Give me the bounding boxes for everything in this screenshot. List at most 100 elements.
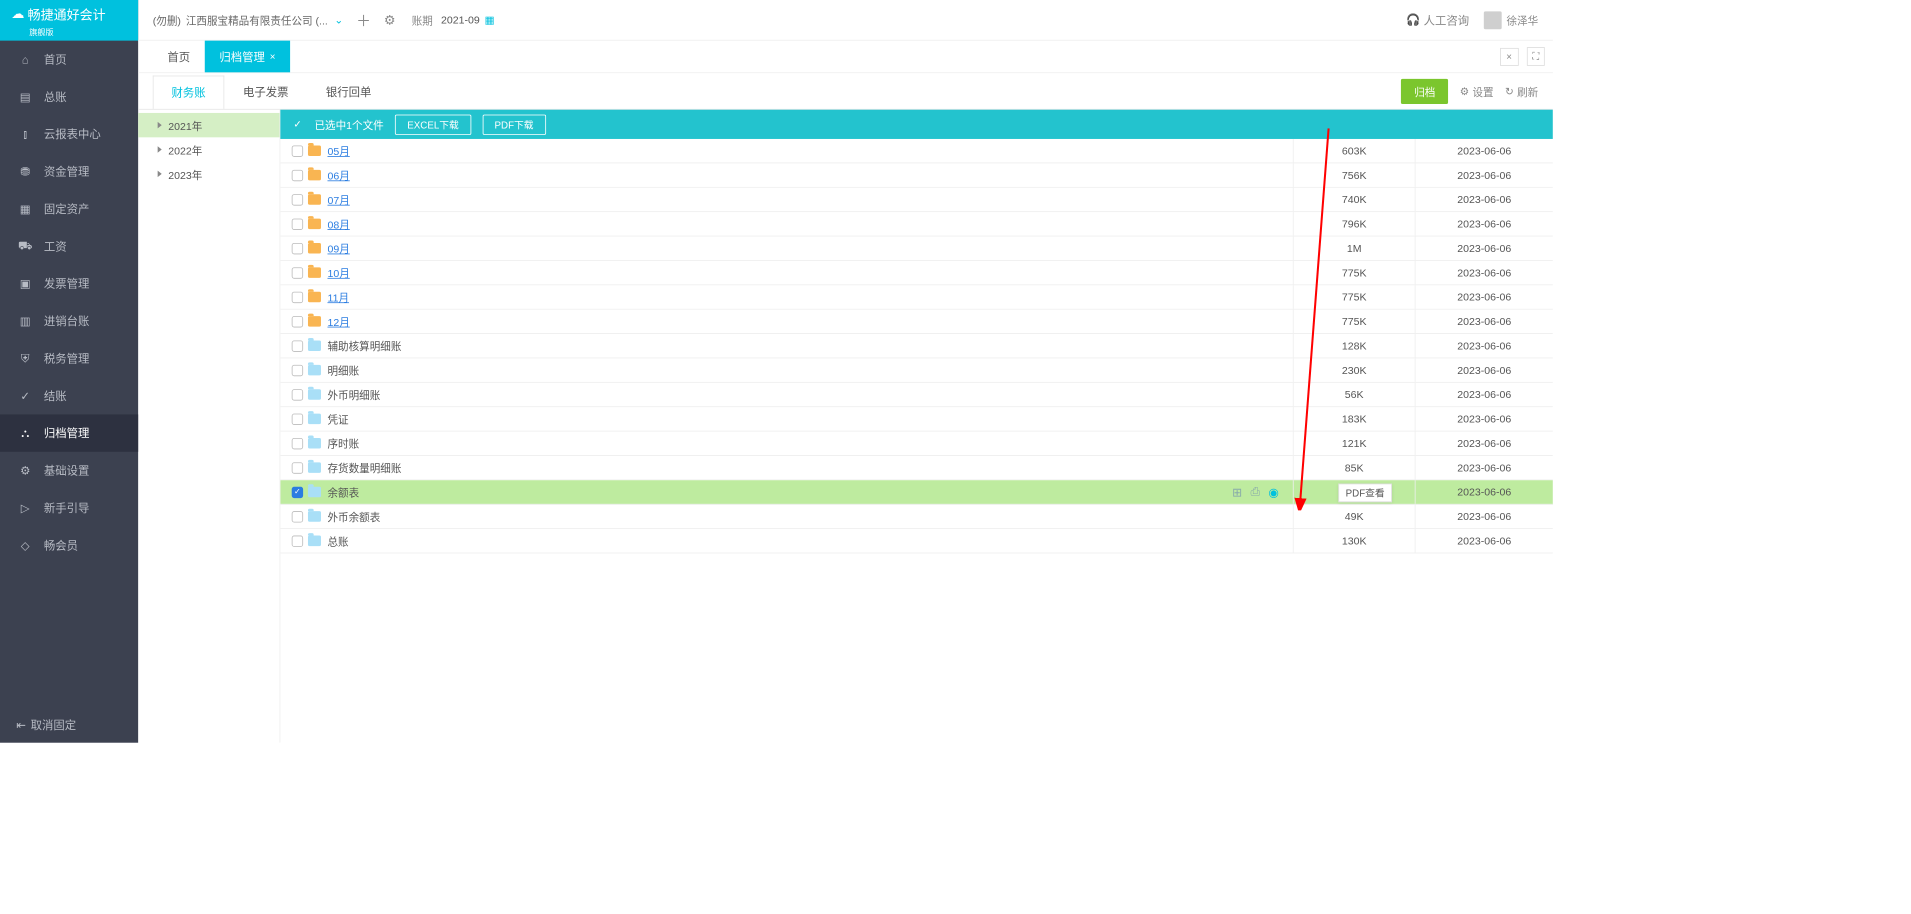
row-checkbox[interactable]	[292, 413, 303, 424]
row-checkbox[interactable]	[292, 267, 303, 278]
folder-icon	[308, 219, 321, 230]
row-checkbox[interactable]	[292, 535, 303, 546]
file-size: 775K	[1293, 310, 1415, 334]
row-checkbox[interactable]	[292, 364, 303, 375]
table-row[interactable]: 08月796K2023-06-06	[280, 212, 1553, 236]
table-row[interactable]: 存货数量明细账85K2023-06-06	[280, 456, 1553, 480]
file-link[interactable]: 07月	[327, 192, 349, 207]
file-name: 外币余额表	[327, 509, 380, 524]
tree-year[interactable]: 2021年	[138, 113, 279, 137]
file-name: 凭证	[327, 411, 348, 426]
fullscreen-button[interactable]: ⛶	[1527, 47, 1545, 66]
table-row[interactable]: 明细账230K2023-06-06	[280, 358, 1553, 382]
table-row[interactable]: 12月775K2023-06-06	[280, 310, 1553, 334]
row-checkbox[interactable]	[292, 218, 303, 229]
table-row[interactable]: 06月756K2023-06-06	[280, 163, 1553, 187]
file-size: 230K	[1293, 358, 1415, 382]
table-row[interactable]: 07月740K2023-06-06	[280, 188, 1553, 212]
nav-item-5[interactable]: ⛟工资	[0, 228, 138, 265]
settings-link[interactable]: ⚙设置	[1460, 84, 1494, 99]
table-row[interactable]: 外币余额表49K2023-06-06	[280, 505, 1553, 529]
table-row[interactable]: 外币明细账56K2023-06-06	[280, 383, 1553, 407]
support-link[interactable]: 🎧人工咨询	[1406, 12, 1469, 28]
table-row[interactable]: 辅助核算明细账128K2023-06-06	[280, 334, 1553, 358]
row-checkbox[interactable]	[292, 438, 303, 449]
file-link[interactable]: 12月	[327, 314, 349, 329]
table-row[interactable]: 凭证183K2023-06-06	[280, 407, 1553, 431]
table-row[interactable]: 11月775K2023-06-06	[280, 285, 1553, 309]
file-date: 2023-06-06	[1415, 188, 1553, 212]
table-row[interactable]: 10月775K2023-06-06	[280, 261, 1553, 285]
nav-item-2[interactable]: ⫾云报表中心	[0, 115, 138, 152]
calendar-icon[interactable]: ▦	[485, 13, 495, 26]
file-link[interactable]: 05月	[327, 143, 349, 158]
gear-icon[interactable]: ⚙	[384, 12, 396, 28]
nav-item-7[interactable]: ▥进销台账	[0, 302, 138, 339]
table-row[interactable]: 序时账121K2023-06-06	[280, 431, 1553, 455]
unpin-button[interactable]: ⇤取消固定	[0, 707, 138, 743]
row-checkbox[interactable]	[292, 194, 303, 205]
file-size: 775K	[1293, 285, 1415, 309]
nav-item-13[interactable]: ◇畅会员	[0, 527, 138, 564]
nav-icon: ▷	[18, 501, 33, 516]
file-size: 775K	[1293, 261, 1415, 285]
pdf-download-button[interactable]: PDF下载	[482, 114, 545, 134]
file-link[interactable]: 10月	[327, 265, 349, 280]
file-date: 2023-06-06	[1415, 212, 1553, 236]
folder-icon	[308, 145, 321, 156]
table-row[interactable]: 05月603K2023-06-06	[280, 139, 1553, 163]
nav-item-1[interactable]: ▤总账	[0, 78, 138, 115]
close-icon[interactable]: ×	[270, 51, 276, 62]
inner-tab-einvoice[interactable]: 电子发票	[224, 75, 307, 109]
nav-item-10[interactable]: ⛬归档管理	[0, 414, 138, 451]
archive-button[interactable]: 归档	[1401, 79, 1448, 104]
tree-year[interactable]: 2023年	[138, 162, 279, 186]
row-checkbox[interactable]	[292, 340, 303, 351]
table-row[interactable]: 总账130K2023-06-06	[280, 529, 1553, 553]
user-menu[interactable]: 徐泽华	[1484, 11, 1538, 29]
nav-item-3[interactable]: ⛃资金管理	[0, 153, 138, 190]
tab-home[interactable]: 首页	[153, 41, 205, 73]
nav-item-6[interactable]: ▣发票管理	[0, 265, 138, 302]
row-checkbox[interactable]	[292, 462, 303, 473]
row-checkbox[interactable]	[292, 145, 303, 156]
row-checkbox[interactable]	[292, 389, 303, 400]
folder-icon	[308, 267, 321, 278]
row-checkbox[interactable]: ✓	[292, 486, 303, 497]
add-button[interactable]: ＋	[356, 9, 371, 30]
table-row[interactable]: 09月1M2023-06-06	[280, 236, 1553, 260]
close-tab-button[interactable]: ×	[1500, 48, 1519, 66]
company-selector[interactable]: (勿删) 江西服宝精品有限责任公司 (... ⌄	[153, 12, 343, 27]
file-link[interactable]: 11月	[327, 289, 349, 304]
tree-year[interactable]: 2022年	[138, 137, 279, 161]
view-icon[interactable]: ◉	[1268, 485, 1279, 500]
nav-item-4[interactable]: ▦固定资产	[0, 190, 138, 227]
tab-archive[interactable]: 归档管理×	[205, 41, 290, 73]
check-icon: ✓	[292, 119, 303, 130]
file-link[interactable]: 06月	[327, 167, 349, 182]
table-row[interactable]: ✓余额表⊞⎙◉PDF查看3K2023-06-06	[280, 480, 1553, 504]
refresh-link[interactable]: ↻刷新	[1505, 84, 1538, 99]
file-link[interactable]: 09月	[327, 241, 349, 256]
nav-item-9[interactable]: ✓结账	[0, 377, 138, 414]
excel-icon[interactable]: ⊞	[1232, 485, 1242, 500]
tabstrip: 首页 归档管理× × ⛶	[138, 41, 1553, 74]
row-checkbox[interactable]	[292, 316, 303, 327]
nav-item-12[interactable]: ▷新手引导	[0, 489, 138, 526]
row-checkbox[interactable]	[292, 169, 303, 180]
row-checkbox[interactable]	[292, 243, 303, 254]
selection-count: 已选中1个文件	[314, 117, 383, 132]
nav-item-11[interactable]: ⚙基础设置	[0, 452, 138, 489]
pdf-icon[interactable]: ⎙	[1251, 485, 1261, 500]
row-checkbox[interactable]	[292, 511, 303, 522]
nav-item-0[interactable]: ⌂首页	[0, 41, 138, 78]
row-checkbox[interactable]	[292, 291, 303, 302]
gear-icon: ⚙	[1460, 85, 1469, 98]
nav-icon: ✓	[18, 388, 33, 403]
file-date: 2023-06-06	[1415, 456, 1553, 480]
inner-tab-bank[interactable]: 银行回单	[307, 75, 390, 109]
nav-item-8[interactable]: ⛨税务管理	[0, 340, 138, 377]
file-link[interactable]: 08月	[327, 216, 349, 231]
inner-tab-finance[interactable]: 财务账	[153, 76, 225, 109]
excel-download-button[interactable]: EXCEL下载	[395, 114, 471, 134]
